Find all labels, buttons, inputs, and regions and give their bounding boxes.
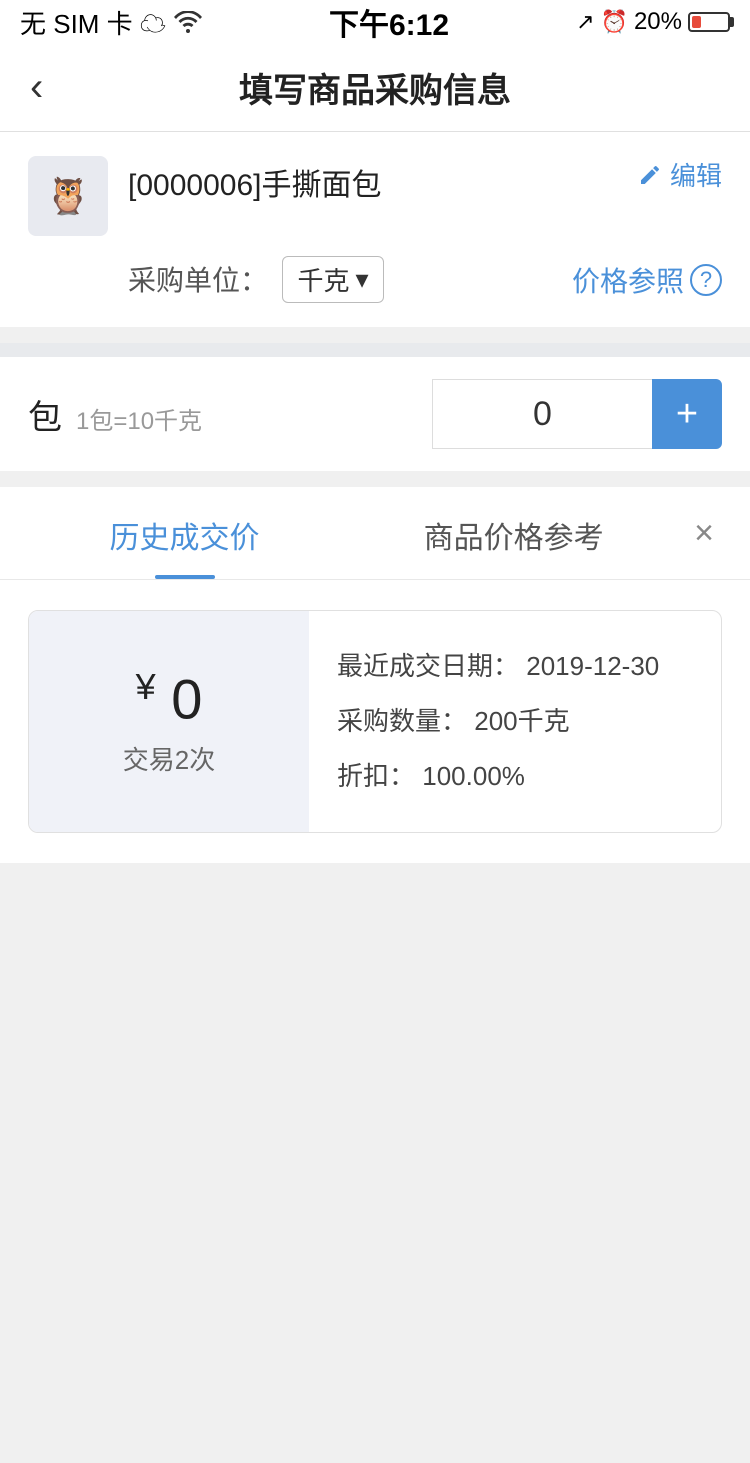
section-divider (0, 343, 750, 357)
bottom-area (0, 863, 750, 1463)
back-button[interactable]: ‹ (20, 55, 53, 120)
product-header: 🦉 [0000006]手撕面包 编辑 (28, 156, 722, 236)
unit-value: 千克 (297, 261, 349, 298)
tabs-header: 历史成交价 商品价格参考 × (0, 487, 750, 580)
price-value: 0 (171, 668, 202, 731)
discount-value: 100.00% (422, 761, 525, 791)
status-left: 无 SIM 卡 ☁ (20, 4, 202, 41)
recent-date-row: 最近成交日期： 2019-12-30 (337, 647, 693, 686)
dropdown-arrow: ▾ (355, 264, 368, 295)
transaction-price-side: ¥ 0 交易2次 (29, 611, 309, 832)
product-left: 🦉 [0000006]手撕面包 (28, 156, 381, 236)
tab-content-history: ¥ 0 交易2次 最近成交日期： 2019-12-30 采购数量： 200千克 … (0, 580, 750, 863)
page-title: 填写商品采购信息 (239, 63, 511, 112)
purchase-qty-label: 采购数量： (337, 706, 467, 736)
status-bar: 无 SIM 卡 ☁ 下午6:12 ↗ ⏰ 20% (0, 0, 750, 44)
unit-section: 采购单位： 千克 ▾ (128, 256, 384, 303)
quantity-row: 包 1包=10千克 + (0, 357, 750, 471)
product-unit-row: 采购单位： 千克 ▾ 价格参照 ? (28, 256, 722, 303)
product-icon: 🦉 (46, 175, 91, 217)
quantity-label-area: 包 1包=10千克 (28, 390, 202, 439)
edit-icon (638, 163, 662, 187)
purchase-qty-value: 200千克 (474, 706, 569, 736)
transaction-count: 交易2次 (123, 740, 215, 777)
tab-price-ref-label: 商品价格参考 (424, 522, 604, 555)
status-time: 下午6:12 (329, 0, 449, 44)
discount-label: 折扣： (337, 761, 415, 791)
unit-label: 采购单位： (128, 265, 268, 296)
alarm-icon: ⏰ (601, 9, 628, 35)
recent-date-value: 2019-12-30 (526, 651, 659, 681)
purchase-quantity-row: 采购数量： 200千克 (337, 702, 693, 741)
tab-price-reference[interactable]: 商品价格参考 (349, 487, 678, 579)
unit-dropdown[interactable]: 千克 ▾ (282, 256, 383, 303)
quantity-input-area: + (432, 379, 722, 449)
tabs-section: 历史成交价 商品价格参考 × ¥ 0 交易2次 最近成交日期： 2019-12-… (0, 487, 750, 863)
quantity-input[interactable] (432, 379, 652, 449)
transaction-details-side: 最近成交日期： 2019-12-30 采购数量： 200千克 折扣： 100.0… (309, 611, 721, 832)
tab-history-label: 历史成交价 (110, 522, 260, 555)
price-ref-icon: ? (690, 264, 722, 296)
transaction-price: ¥ 0 (136, 666, 203, 732)
quantity-hint: 1包=10千克 (76, 401, 202, 436)
transaction-card: ¥ 0 交易2次 最近成交日期： 2019-12-30 采购数量： 200千克 … (28, 610, 722, 833)
edit-label: 编辑 (670, 156, 722, 193)
tab-history-price[interactable]: 历史成交价 (20, 487, 349, 579)
edit-button[interactable]: 编辑 (638, 156, 722, 193)
price-ref-label: 价格参照 (572, 260, 684, 300)
battery-indicator (688, 12, 730, 32)
price-reference-button[interactable]: 价格参照 ? (572, 260, 722, 300)
yen-sign: ¥ (136, 666, 156, 707)
quantity-plus-button[interactable]: + (652, 379, 722, 449)
sim-label: 无 SIM 卡 ☁ (20, 4, 166, 41)
quantity-unit: 包 (28, 390, 62, 439)
battery-percent: 20% (634, 8, 682, 36)
location-icon: ↗ (576, 9, 594, 35)
product-card: 🦉 [0000006]手撕面包 编辑 采购单位： 千克 ▾ 价格参照 ? (0, 132, 750, 327)
product-thumbnail: 🦉 (28, 156, 108, 236)
recent-date-label: 最近成交日期： (337, 651, 519, 681)
product-name: [0000006]手撕面包 (128, 156, 381, 204)
status-right: ↗ ⏰ 20% (576, 8, 730, 36)
wifi-icon (174, 11, 202, 33)
discount-row: 折扣： 100.00% (337, 757, 693, 796)
tab-close-button[interactable]: × (678, 504, 730, 563)
nav-bar: ‹ 填写商品采购信息 (0, 44, 750, 132)
